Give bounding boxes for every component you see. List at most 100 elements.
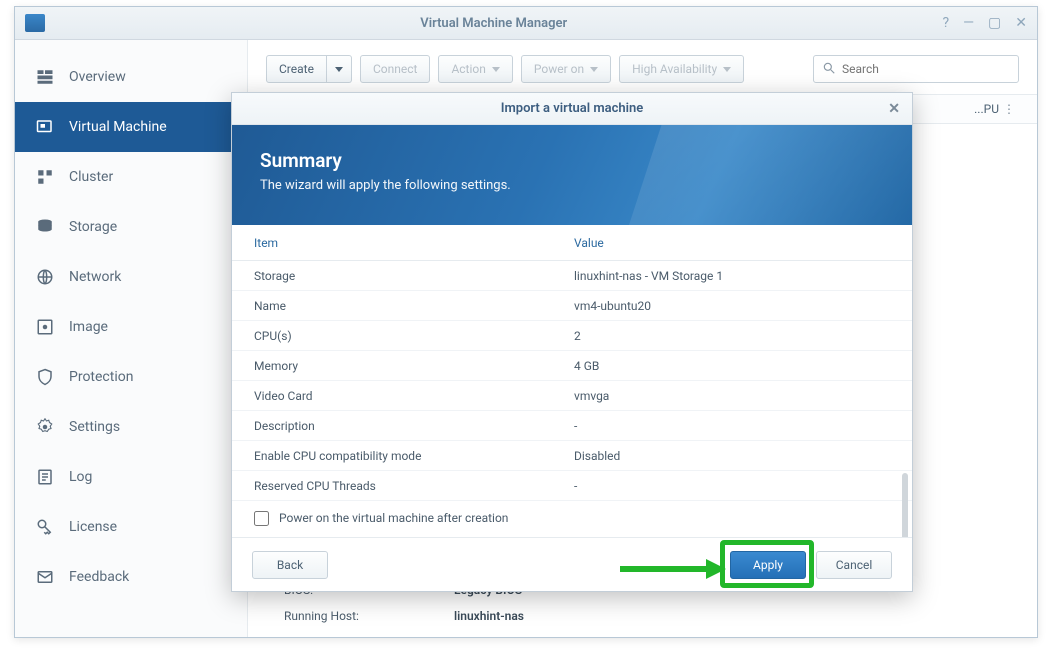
maximize-icon[interactable]: ▢ [988, 15, 1001, 31]
summary-row: Storagelinuxhint-nas - VM Storage 1 [232, 261, 912, 291]
caret-down-icon [492, 67, 500, 72]
back-button-label: Back [277, 558, 303, 572]
network-icon [35, 267, 55, 287]
close-window-icon[interactable]: ✕ [1015, 15, 1027, 31]
search-icon [822, 60, 836, 79]
power-on-button[interactable]: Power on [521, 55, 611, 83]
sidebar-item-label: Cluster [69, 169, 113, 185]
summary-item: Reserved CPU Threads [254, 479, 574, 493]
detail-row-host: Running Host: linuxhint-nas [284, 603, 1001, 629]
power-on-checkbox-row: Power on the virtual machine after creat… [232, 501, 912, 535]
window-title: Virtual Machine Manager [45, 16, 942, 31]
import-vm-dialog: Import a virtual machine ✕ Summary The w… [231, 92, 913, 592]
sidebar-item-virtual-machine[interactable]: Virtual Machine [15, 102, 247, 152]
summary-value: - [574, 419, 577, 433]
summary-row: Namevm4-ubuntu20 [232, 291, 912, 321]
dialog-close-icon[interactable]: ✕ [888, 101, 900, 117]
sidebar-item-label: Log [69, 469, 92, 485]
dialog-titlebar: Import a virtual machine ✕ [232, 93, 912, 125]
search-box[interactable] [813, 55, 1019, 83]
detail-key: Running Host: [284, 609, 454, 623]
power-on-checkbox[interactable] [254, 511, 269, 526]
apply-button-label: Apply [753, 558, 783, 572]
summary-row: Enable CPU compatibility modeDisabled [232, 441, 912, 471]
license-icon [35, 517, 55, 537]
sidebar-item-log[interactable]: Log [15, 452, 247, 502]
col-item: Item [254, 236, 574, 250]
create-button[interactable]: Create [266, 55, 327, 83]
protection-icon [35, 367, 55, 387]
summary-value: 4 GB [574, 359, 599, 373]
grid-column-menu[interactable]: ⋮ [999, 102, 1019, 116]
action-button-label: Action [451, 62, 485, 76]
search-input[interactable] [842, 62, 1010, 76]
overview-icon [35, 67, 55, 87]
create-dropdown[interactable] [327, 55, 352, 83]
power-on-checkbox-label: Power on the virtual machine after creat… [279, 511, 508, 525]
sidebar-item-label: Virtual Machine [69, 119, 167, 135]
minimize-icon[interactable]: — [963, 15, 974, 31]
help-icon[interactable]: ? [942, 15, 949, 31]
cluster-icon [35, 167, 55, 187]
toolbar: Create Connect Action Power on High Avai… [266, 50, 1019, 88]
app-icon [25, 14, 45, 32]
sidebar-item-label: Protection [69, 369, 133, 385]
connect-button[interactable]: Connect [360, 55, 430, 83]
cancel-button-label: Cancel [836, 558, 873, 572]
sidebar-item-label: Storage [69, 219, 117, 235]
summary-value: linuxhint-nas - VM Storage 1 [574, 269, 723, 283]
summary-row: Video Cardvmvga [232, 381, 912, 411]
sidebar-item-image[interactable]: Image [15, 302, 247, 352]
summary-item: Enable CPU compatibility mode [254, 449, 574, 463]
summary-item: Memory [254, 359, 574, 373]
titlebar: Virtual Machine Manager ? — ▢ ✕ [15, 7, 1037, 40]
summary-table-head: Item Value [232, 225, 912, 261]
col-value: Value [574, 236, 604, 250]
summary-value: vm4-ubuntu20 [574, 299, 651, 313]
vm-icon [35, 117, 55, 137]
window-controls: ? — ▢ ✕ [942, 15, 1027, 31]
sidebar-item-label: Image [69, 319, 108, 335]
sidebar-item-label: Network [69, 269, 121, 285]
detail-value: linuxhint-nas [454, 609, 524, 623]
power-on-button-label: Power on [534, 62, 584, 76]
caret-down-icon [723, 67, 731, 72]
ha-button-label: High Availability [632, 62, 717, 76]
settings-icon [35, 417, 55, 437]
sidebar-item-label: License [69, 519, 117, 535]
apply-button[interactable]: Apply [730, 551, 806, 579]
summary-row: Description- [232, 411, 912, 441]
grid-col-cpu[interactable]: ...PU [949, 102, 999, 116]
action-button[interactable]: Action [438, 55, 512, 83]
sidebar-item-label: Feedback [69, 569, 129, 585]
dialog-title: Import a virtual machine [501, 101, 644, 116]
sidebar-item-license[interactable]: License [15, 502, 247, 552]
dialog-heading: Summary [260, 149, 884, 172]
storage-icon [35, 217, 55, 237]
scrollbar-thumb[interactable] [902, 473, 908, 537]
dialog-footer: Back Apply Cancel [232, 537, 912, 591]
sidebar-item-label: Overview [69, 69, 126, 85]
summary-value: - [574, 479, 577, 493]
sidebar-item-feedback[interactable]: Feedback [15, 552, 247, 602]
dialog-body: Item Value Storagelinuxhint-nas - VM Sto… [232, 225, 912, 537]
feedback-icon [35, 567, 55, 587]
summary-item: Video Card [254, 389, 574, 403]
summary-item: Description [254, 419, 574, 433]
ha-button[interactable]: High Availability [619, 55, 744, 83]
back-button[interactable]: Back [252, 551, 328, 579]
sidebar-item-cluster[interactable]: Cluster [15, 152, 247, 202]
sidebar-item-overview[interactable]: Overview [15, 52, 247, 102]
cancel-button[interactable]: Cancel [816, 551, 892, 579]
create-button-group: Create [266, 55, 352, 83]
summary-row: CPU(s)2 [232, 321, 912, 351]
sidebar-item-storage[interactable]: Storage [15, 202, 247, 252]
sidebar-item-label: Settings [69, 419, 120, 435]
dialog-banner: Summary The wizard will apply the follow… [232, 125, 912, 225]
sidebar-item-settings[interactable]: Settings [15, 402, 247, 452]
sidebar-item-protection[interactable]: Protection [15, 352, 247, 402]
summary-item: CPU(s) [254, 329, 574, 343]
summary-item: Storage [254, 269, 574, 283]
summary-value: vmvga [574, 389, 609, 403]
sidebar-item-network[interactable]: Network [15, 252, 247, 302]
